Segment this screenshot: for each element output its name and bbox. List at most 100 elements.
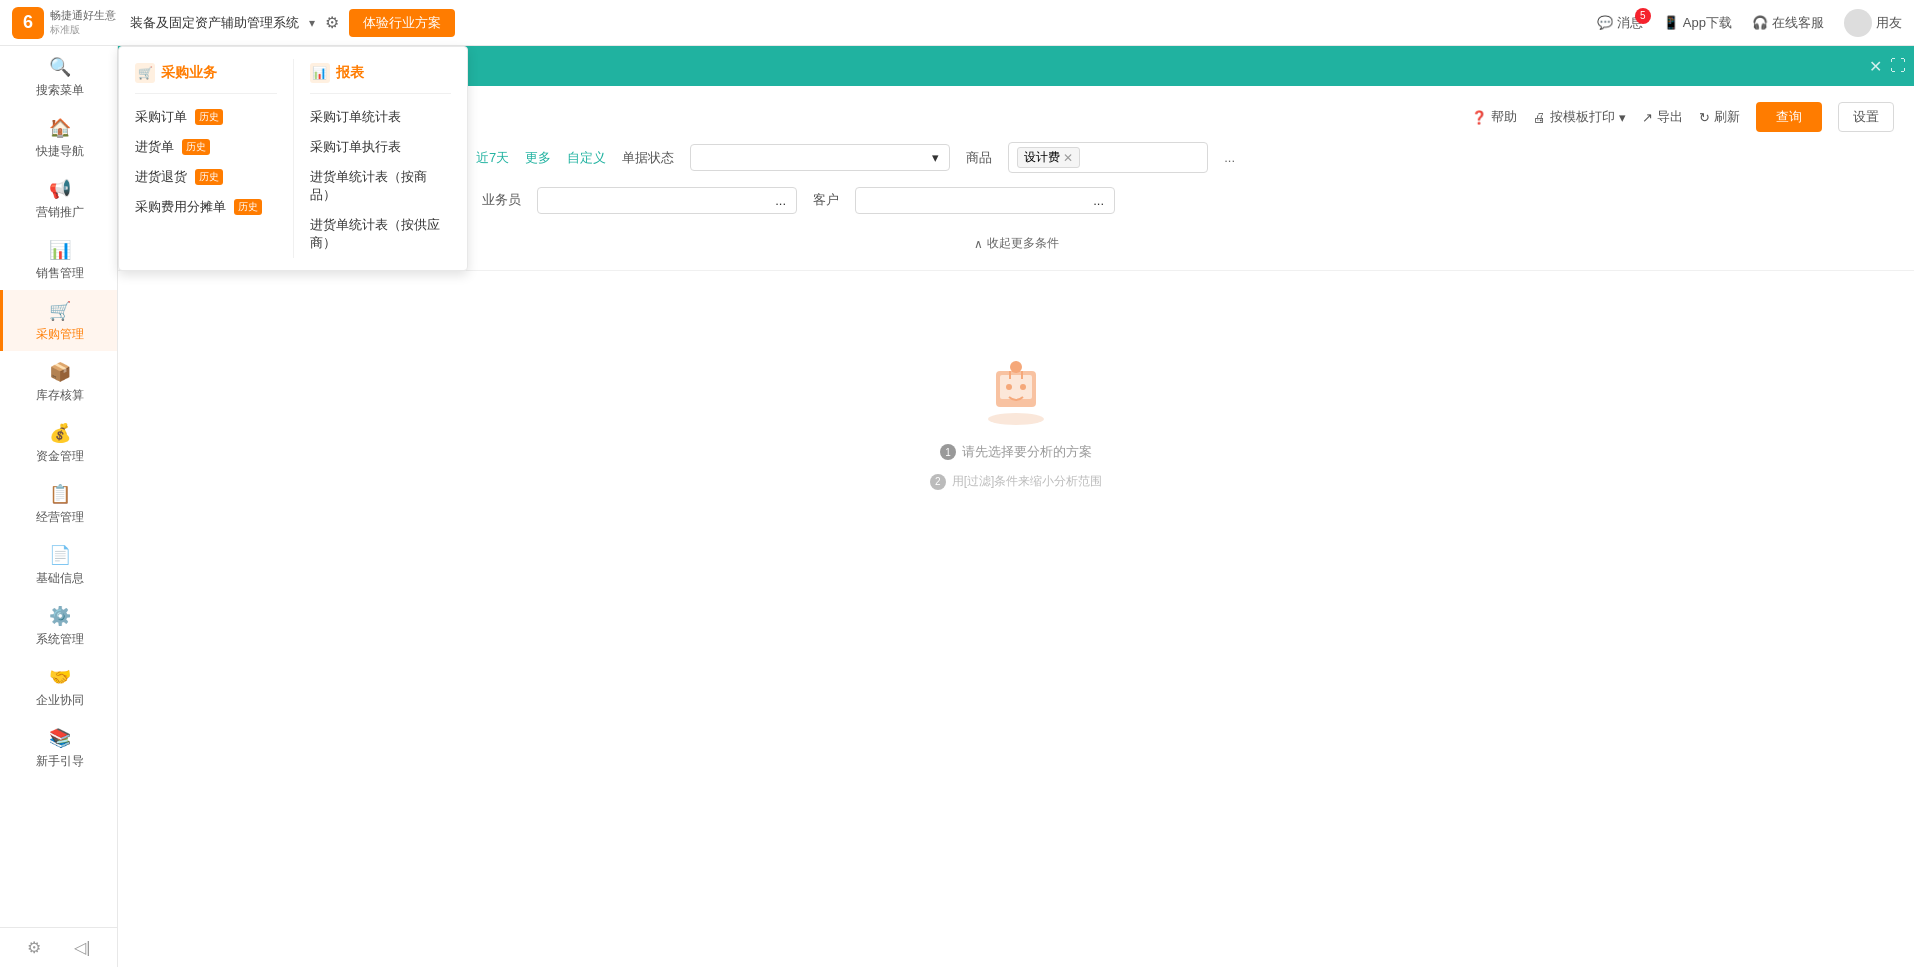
goods-tag-close[interactable]: ✕ — [1063, 151, 1073, 165]
date-shortcut-more[interactable]: 更多 — [525, 149, 551, 167]
dropdown-item-purchase-return-label: 进货退货 — [135, 168, 187, 186]
export-btn[interactable]: ↗ 导出 — [1642, 108, 1683, 126]
collapse-icon: ∧ — [974, 237, 983, 251]
sidebar-label-marketing: 营销推广 — [36, 204, 84, 221]
online-service-btn[interactable]: 🎧 在线客服 — [1752, 14, 1824, 32]
history-badge-2: 历史 — [182, 139, 210, 155]
dropdown-item-order-stats-label: 采购订单统计表 — [310, 108, 401, 126]
customer-more-btn[interactable]: ... — [1093, 193, 1104, 208]
system-dropdown-btn[interactable]: ▾ — [309, 16, 315, 30]
sidebar-item-marketing[interactable]: 📢 营销推广 — [0, 168, 117, 229]
main-layout: 🔍 搜索菜单 🏠 快捷导航 📢 营销推广 📊 销售管理 🛒 采购管理 📦 库存核… — [0, 46, 1914, 967]
customer-select[interactable]: ... — [855, 187, 1115, 214]
dropdown-item-goods-by-supplier[interactable]: 进货单统计表（按供应商） — [310, 210, 452, 258]
sidebar-item-quick-nav[interactable]: 🏠 快捷导航 — [0, 107, 117, 168]
goods-tag-1: 设计费 ✕ — [1017, 147, 1080, 168]
top-header: 6 畅捷通好生意 标准版 装备及固定资产辅助管理系统 ▾ ⚙ 体验行业方案 💬 … — [0, 0, 1914, 46]
sidebar-item-guide[interactable]: 📚 新手引导 — [0, 717, 117, 778]
sidebar-item-finance[interactable]: 💰 资金管理 — [0, 412, 117, 473]
sidebar-item-search[interactable]: 🔍 搜索菜单 — [0, 46, 117, 107]
dropdown-item-purchase-return[interactable]: 进货退货 历史 — [135, 162, 277, 192]
salesperson-more-btn[interactable]: ... — [775, 193, 786, 208]
empty-line2: 2 用[过滤]条件来缩小分析范围 — [930, 473, 1103, 490]
sidebar: 🔍 搜索菜单 🏠 快捷导航 📢 营销推广 📊 销售管理 🛒 采购管理 📦 库存核… — [0, 46, 118, 967]
report-col-icon: 📊 — [310, 63, 330, 83]
logo-icon: 6 — [12, 7, 44, 39]
dropdown-item-purchase-order[interactable]: 采购订单 历史 — [135, 102, 277, 132]
app-download-label: App下载 — [1683, 14, 1732, 32]
dropdown-item-goods-by-supplier-label: 进货单统计表（按供应商） — [310, 216, 452, 252]
help-label: 帮助 — [1491, 108, 1517, 126]
sidebar-label-quick-nav: 快捷导航 — [36, 143, 84, 160]
history-badge-1: 历史 — [195, 109, 223, 125]
dropdown-item-order-exec-label: 采购订单执行表 — [310, 138, 401, 156]
date-shortcut-7days[interactable]: 近7天 — [476, 149, 509, 167]
dropdown-item-purchase-goods-label: 进货单 — [135, 138, 174, 156]
settings-gear-btn[interactable]: ⚙ — [325, 13, 339, 32]
settings-small-btn[interactable]: 设置 — [1838, 102, 1894, 132]
sidebar-label-purchase: 采购管理 — [36, 326, 84, 343]
dropdown-item-purchase-cost[interactable]: 采购费用分摊单 历史 — [135, 192, 277, 222]
svg-point-3 — [1010, 361, 1022, 373]
finance-icon: 💰 — [49, 422, 71, 444]
notification-btn[interactable]: 💬 消息 5 — [1597, 14, 1643, 32]
sidebar-label-finance: 资金管理 — [36, 448, 84, 465]
dropdown-item-purchase-order-label: 采购订单 — [135, 108, 187, 126]
sidebar-collapse-btn[interactable]: ◁| — [74, 938, 90, 957]
goods-tag-text: 设计费 — [1024, 149, 1060, 166]
dropdown-item-goods-by-product-label: 进货单统计表（按商品） — [310, 168, 452, 204]
user-menu-btn[interactable]: 用友 — [1844, 9, 1902, 37]
header-center: 装备及固定资产辅助管理系统 ▾ ⚙ 体验行业方案 — [130, 9, 1597, 37]
collapse-label: 收起更多条件 — [987, 235, 1059, 252]
tab-close-all-icon[interactable]: ✕ — [1869, 57, 1882, 76]
sidebar-item-enterprise[interactable]: 🤝 企业协同 — [0, 656, 117, 717]
tab-fullscreen-icon[interactable]: ⛶ — [1890, 57, 1906, 75]
system-icon: ⚙️ — [49, 605, 71, 627]
goods-more-btn[interactable]: ... — [1224, 150, 1235, 165]
history-badge-3: 历史 — [195, 169, 223, 185]
goods-input[interactable]: 设计费 ✕ — [1008, 142, 1208, 173]
doc-status-select[interactable]: ▾ — [690, 144, 950, 171]
refresh-btn[interactable]: ↻ 刷新 — [1699, 108, 1740, 126]
app-name: 畅捷通好生意 — [50, 8, 116, 22]
print-dropdown-icon: ▾ — [1619, 110, 1626, 125]
history-badge-4: 历史 — [234, 199, 262, 215]
online-service-label: 在线客服 — [1772, 14, 1824, 32]
sidebar-label-enterprise: 企业协同 — [36, 692, 84, 709]
guide-icon: 📚 — [49, 727, 71, 749]
dropdown-item-order-stats[interactable]: 采购订单统计表 — [310, 102, 452, 132]
sidebar-item-purchase[interactable]: 🛒 采购管理 — [0, 290, 117, 351]
dropdown-col-report-title: 📊 报表 — [310, 59, 452, 94]
print-btn[interactable]: 🖨 按模板打印 ▾ — [1533, 108, 1626, 126]
svg-point-0 — [988, 413, 1044, 425]
operations-icon: 📋 — [49, 483, 71, 505]
refresh-label: 刷新 — [1714, 108, 1740, 126]
salesperson-select[interactable]: ... — [537, 187, 797, 214]
sidebar-label-search: 搜索菜单 — [36, 82, 84, 99]
dropdown-col-purchase: 🛒 采购业务 采购订单 历史 进货单 历史 进货退货 历史 采购费用分摊单 — [119, 59, 293, 258]
date-shortcut-custom[interactable]: 自定义 — [567, 149, 606, 167]
purchase-col-icon: 🛒 — [135, 63, 155, 83]
help-btn[interactable]: ❓ 帮助 — [1471, 108, 1517, 126]
dropdown-item-goods-by-product[interactable]: 进货单统计表（按商品） — [310, 162, 452, 210]
sidebar-item-inventory[interactable]: 📦 库存核算 — [0, 351, 117, 412]
sidebar-settings-btn[interactable]: ⚙ — [27, 938, 41, 957]
sidebar-label-basic-info: 基础信息 — [36, 570, 84, 587]
app-download-btn[interactable]: 📱 App下载 — [1663, 14, 1732, 32]
inventory-icon: 📦 — [49, 361, 71, 383]
dropdown-item-purchase-goods[interactable]: 进货单 历史 — [135, 132, 277, 162]
dropdown-item-order-exec[interactable]: 采购订单执行表 — [310, 132, 452, 162]
enterprise-icon: 🤝 — [49, 666, 71, 688]
sidebar-label-sales: 销售管理 — [36, 265, 84, 282]
query-btn[interactable]: 查询 — [1756, 102, 1822, 132]
industry-btn[interactable]: 体验行业方案 — [349, 9, 455, 37]
purchase-dropdown-menu: 🛒 采购业务 采购订单 历史 进货单 历史 进货退货 历史 采购费用分摊单 — [118, 46, 468, 271]
home-icon: 🏠 — [49, 117, 71, 139]
export-label: 导出 — [1657, 108, 1683, 126]
sidebar-item-operations[interactable]: 📋 经营管理 — [0, 473, 117, 534]
sidebar-item-sales[interactable]: 📊 销售管理 — [0, 229, 117, 290]
phone-icon: 📱 — [1663, 15, 1679, 30]
doc-status-dropdown-icon: ▾ — [932, 150, 939, 165]
sidebar-item-system[interactable]: ⚙️ 系统管理 — [0, 595, 117, 656]
sidebar-item-basic-info[interactable]: 📄 基础信息 — [0, 534, 117, 595]
